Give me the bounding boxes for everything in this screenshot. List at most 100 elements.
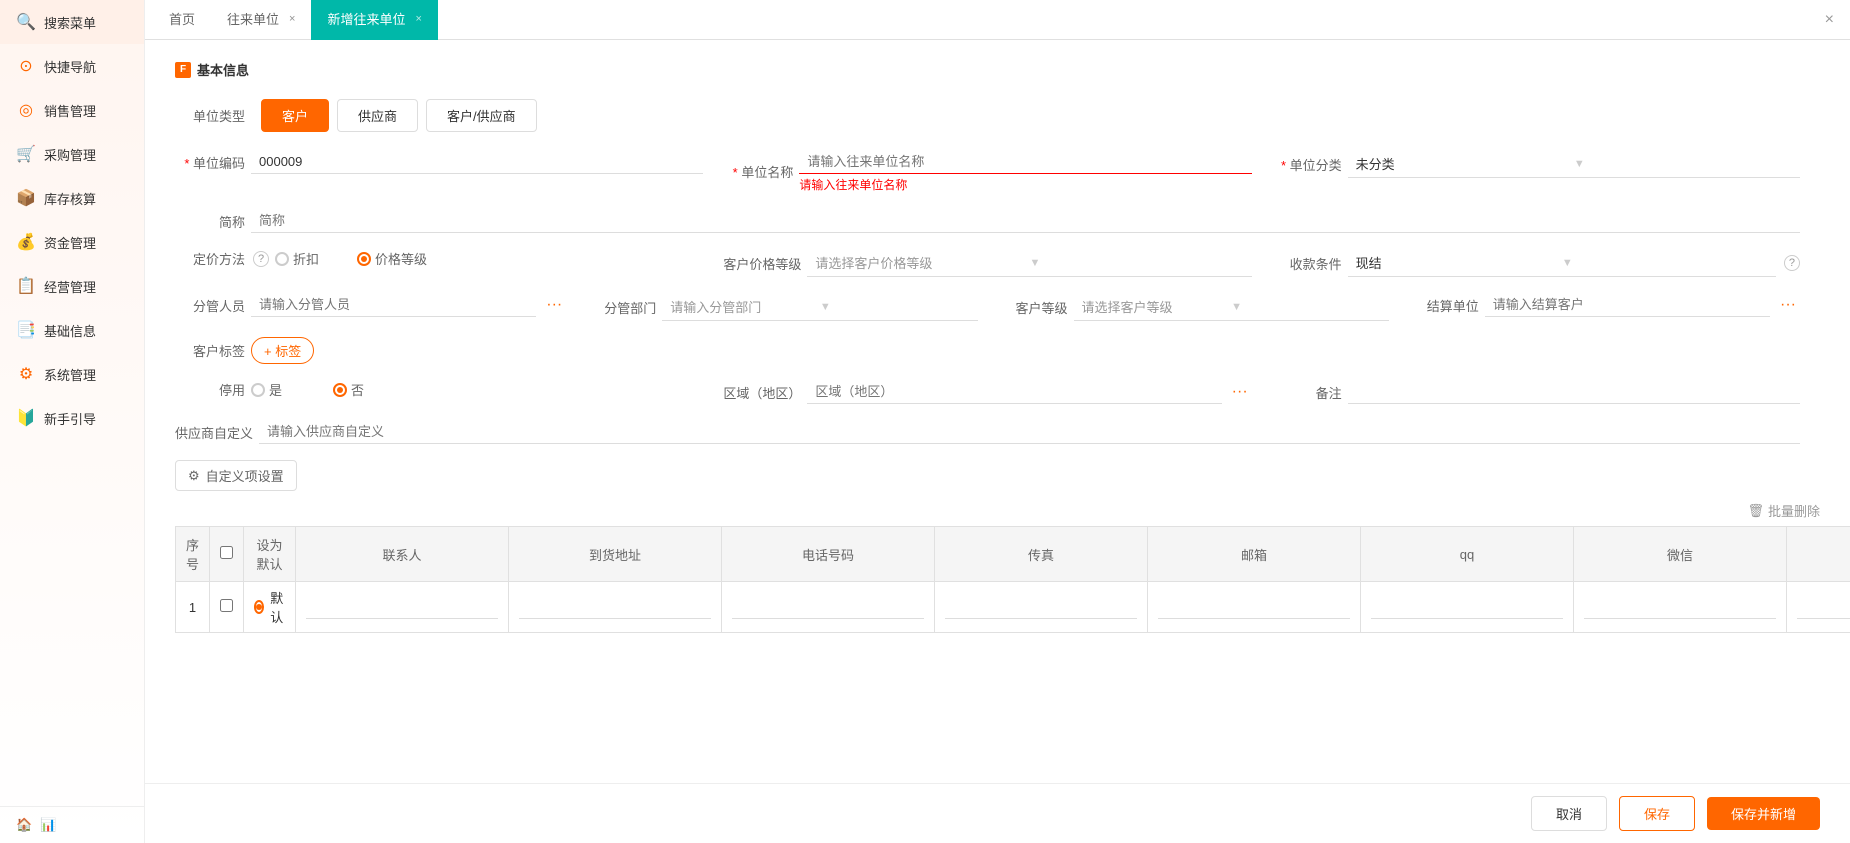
tab-home[interactable]: 首页	[153, 0, 211, 40]
pricing-level[interactable]: 价格等级	[357, 249, 427, 268]
field-abbr: 简称	[175, 209, 1820, 233]
section-title-basic: F 基本信息	[175, 60, 1820, 79]
row-fax-input[interactable]	[945, 595, 1137, 619]
row-address-input[interactable]	[519, 595, 711, 619]
field-category: 单位分类 未分类 ▼	[1272, 150, 1820, 178]
cancel-button[interactable]: 取消	[1531, 796, 1607, 831]
name-error-text: 请输入往来单位名称	[799, 176, 1251, 193]
row-contact-input[interactable]	[306, 595, 498, 619]
main-content: 首页 往来单位 × 新增往来单位 × × F 基本信息 单位类型 客户 供应商 …	[145, 0, 1850, 843]
disabled-no[interactable]: 否	[333, 380, 403, 399]
disabled-yes-radio[interactable]	[251, 383, 265, 397]
action-bar: 取消 保存 保存并新增	[145, 783, 1850, 843]
field-name: 单位名称 请输入往来单位名称	[723, 150, 1271, 193]
pricing-help-icon[interactable]: ?	[253, 251, 269, 267]
col-email: 邮箱	[1148, 527, 1361, 582]
supplier-custom-input[interactable]	[259, 420, 1800, 444]
manager-more-btn[interactable]: ···	[542, 296, 566, 314]
region-more-btn[interactable]: ···	[1228, 383, 1252, 401]
col-contact: 联系人	[296, 527, 509, 582]
payment-select[interactable]: 现结 ▼	[1348, 249, 1776, 277]
row-email-input[interactable]	[1158, 595, 1350, 619]
form-area: F 基本信息 单位类型 客户 供应商 客户/供应商 单位编码 单位名称 请输入往…	[145, 40, 1850, 783]
window-close-button[interactable]: ×	[1817, 7, 1842, 33]
add-tag-button[interactable]: + 标签	[251, 337, 314, 364]
category-select[interactable]: 未分类 ▼	[1348, 150, 1800, 178]
abbr-input[interactable]	[251, 209, 1800, 233]
form-row-disabled: 停用 是 否 区域（地区） ··· 备注	[175, 380, 1820, 404]
field-remark: 备注	[1272, 380, 1820, 404]
code-input[interactable]	[251, 150, 703, 174]
sidebar-item-finance[interactable]: 💰 资金管理	[0, 220, 144, 264]
sidebar-item-inventory[interactable]: 📦 库存核算	[0, 176, 144, 220]
tab-new-partner[interactable]: 新增往来单位 ×	[311, 0, 437, 40]
row-checkbox	[210, 582, 244, 633]
sidebar-item-operations[interactable]: 📋 经营管理	[0, 264, 144, 308]
tab-new-partner-close[interactable]: ×	[415, 13, 421, 25]
field-pricing: 定价方法 ? 折扣 价格等级	[175, 249, 723, 268]
name-input[interactable]	[799, 150, 1251, 174]
customer-level-select[interactable]: 请选择客户等级 ▼	[1074, 293, 1389, 321]
pricing-discount-radio[interactable]	[275, 252, 289, 266]
custom-settings-button[interactable]: ⚙ 自定义项设置	[175, 460, 297, 491]
row-checkbox-input[interactable]	[220, 599, 233, 612]
dept-select[interactable]: 请输入分管部门 ▼	[662, 293, 977, 321]
purchase-icon: 🛒	[16, 144, 36, 164]
batch-delete-label[interactable]: 批量删除	[1768, 501, 1820, 520]
remark-input[interactable]	[1348, 380, 1800, 404]
save-new-button[interactable]: 保存并新增	[1707, 797, 1820, 830]
disabled-no-radio[interactable]	[333, 383, 347, 397]
row-qq-input[interactable]	[1371, 595, 1563, 619]
select-all-checkbox[interactable]	[220, 546, 233, 559]
pricing-discount[interactable]: 折扣	[275, 249, 345, 268]
supplier-custom-label: 供应商自定义	[175, 423, 253, 442]
settlement-input[interactable]	[1485, 293, 1770, 317]
manager-input[interactable]	[251, 293, 536, 317]
field-region: 区域（地区） ···	[723, 380, 1271, 404]
region-input[interactable]	[807, 380, 1221, 404]
form-row-tags: 客户标签 + 标签	[175, 337, 1820, 364]
pricing-label: 定价方法	[175, 249, 245, 268]
row-default-radio-label[interactable]: 默认	[254, 588, 285, 626]
tab-partner-close[interactable]: ×	[289, 13, 295, 25]
col-fax: 传真	[935, 527, 1148, 582]
sidebar-item-guide[interactable]: 🔰 新手引导	[0, 396, 144, 440]
row-wechat-input[interactable]	[1584, 595, 1776, 619]
sidebar-item-quick-nav[interactable]: ⊙ 快捷导航	[0, 44, 144, 88]
row-phone	[722, 582, 935, 633]
sidebar-item-search[interactable]: 🔍 搜索菜单	[0, 0, 144, 44]
disabled-yes[interactable]: 是	[251, 380, 321, 399]
unit-type-customer[interactable]: 客户	[261, 99, 329, 132]
payment-arrow: ▼	[1562, 257, 1768, 269]
save-button[interactable]: 保存	[1619, 796, 1695, 831]
row-contact	[296, 582, 509, 633]
unit-type-both[interactable]: 客户/供应商	[426, 99, 537, 132]
tab-partner[interactable]: 往来单位 ×	[211, 0, 311, 40]
col-checkbox	[210, 527, 244, 582]
settlement-more-btn[interactable]: ···	[1776, 296, 1800, 314]
sidebar-item-system[interactable]: ⚙ 系统管理	[0, 352, 144, 396]
pricing-level-radio[interactable]	[357, 252, 371, 266]
row-default-radio[interactable]	[254, 600, 264, 614]
name-label: 单位名称	[723, 162, 793, 181]
sidebar-item-purchase[interactable]: 🛒 采购管理	[0, 132, 144, 176]
row-region-input[interactable]	[1797, 595, 1850, 619]
unit-type-row: 单位类型 客户 供应商 客户/供应商	[175, 99, 1820, 132]
price-level-select[interactable]: 请选择客户价格等级 ▼	[807, 249, 1251, 277]
gear-icon: ⚙	[188, 468, 200, 484]
field-manager: 分管人员 ···	[175, 293, 586, 317]
col-wechat: 微信	[1574, 527, 1787, 582]
row-phone-input[interactable]	[732, 595, 924, 619]
customer-level-label: 客户等级	[998, 298, 1068, 317]
sidebar-item-sales[interactable]: ◎ 销售管理	[0, 88, 144, 132]
price-level-arrow: ▼	[1030, 257, 1244, 269]
unit-type-supplier[interactable]: 供应商	[337, 99, 418, 132]
row-seq: 1	[176, 582, 210, 633]
sidebar-item-basic[interactable]: 📑 基础信息	[0, 308, 144, 352]
field-disabled: 停用 是 否	[175, 380, 723, 399]
field-settlement: 结算单位 ···	[1409, 293, 1820, 317]
delete-icon: 🗑	[1747, 503, 1764, 519]
payment-help-icon[interactable]: ?	[1784, 255, 1800, 271]
form-row-abbr: 简称	[175, 209, 1820, 233]
operations-icon: 📋	[16, 276, 36, 296]
